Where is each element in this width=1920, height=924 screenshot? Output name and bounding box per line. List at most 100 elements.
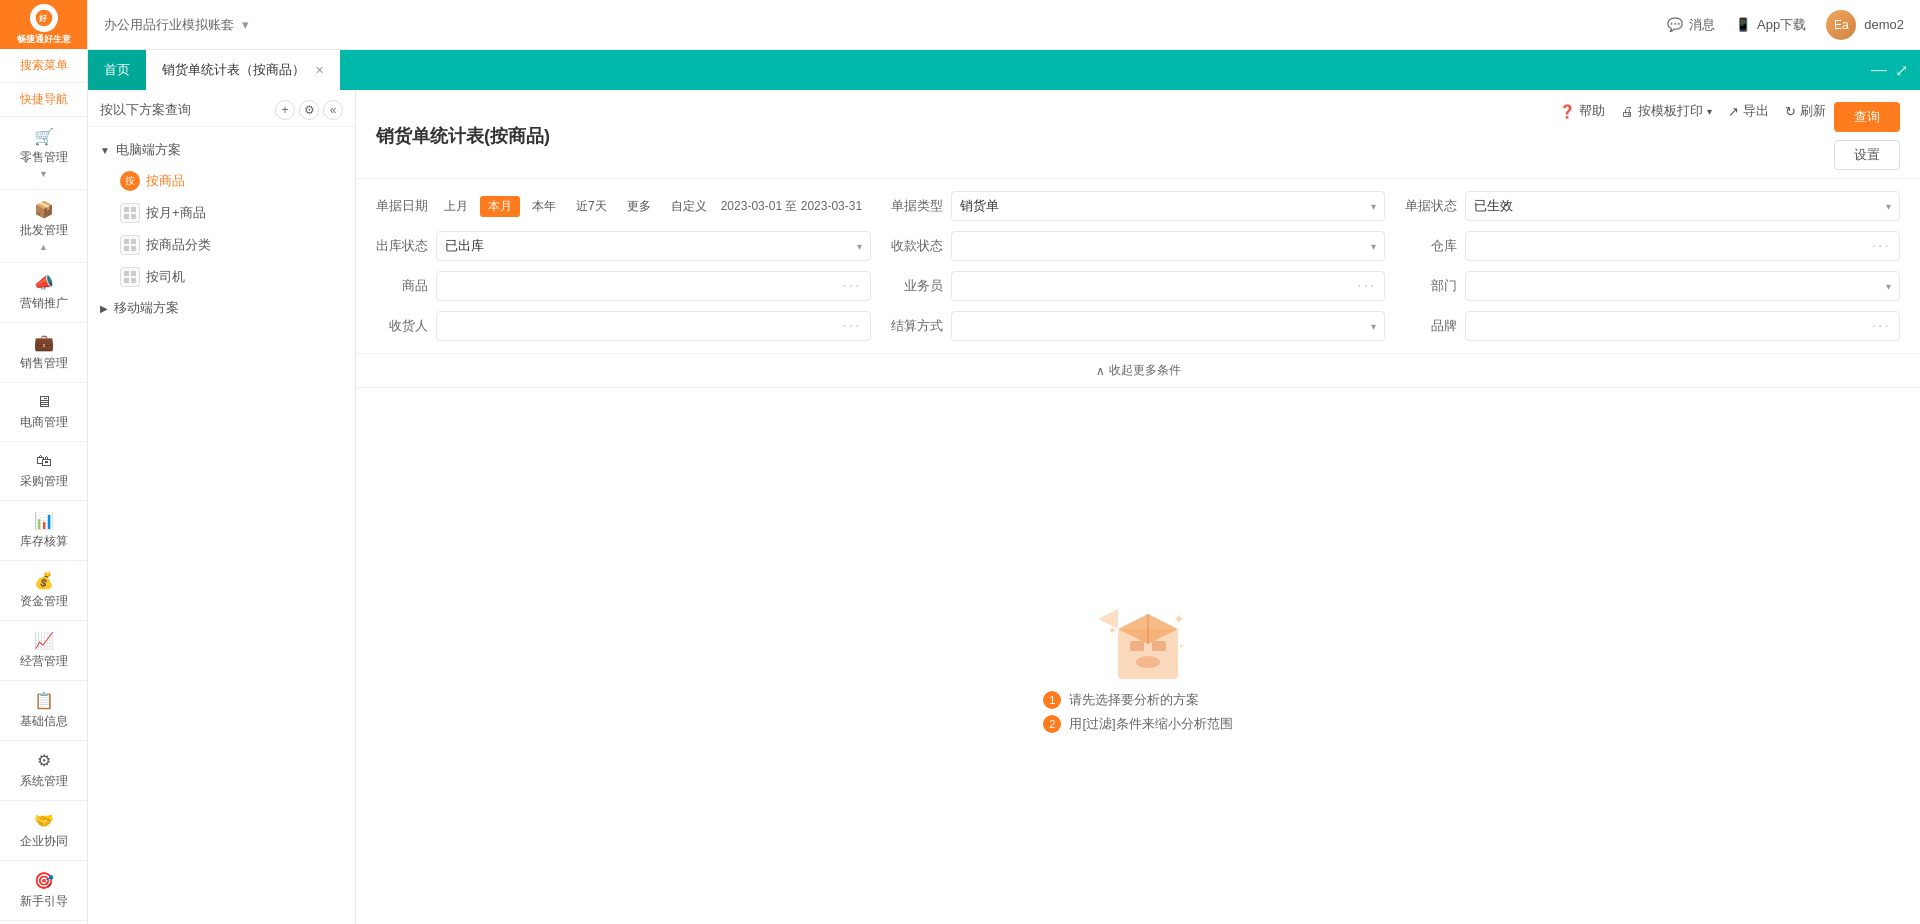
svg-rect-18 — [1130, 641, 1144, 651]
tab-home[interactable]: 首页 — [88, 50, 146, 90]
message-btn[interactable]: 💬 消息 — [1667, 16, 1715, 34]
doc-status-arrow: ▾ — [1886, 201, 1891, 212]
scheme-by-category-icon — [120, 235, 140, 255]
sidebar-item-wholesale[interactable]: 📦 批发管理 ▲ — [0, 190, 87, 263]
svg-rect-3 — [131, 207, 136, 212]
receiver-dots: ··· — [842, 317, 861, 335]
sales-icon: 💼 — [34, 333, 54, 352]
sidebar-item-sales[interactable]: 💼 销售管理 — [0, 323, 87, 383]
sidebar-item-guide[interactable]: 🎯 新手引导 — [0, 861, 87, 921]
sidebar-item-finance[interactable]: 💰 资金管理 — [0, 561, 87, 621]
app-download-btn[interactable]: 📱 App下载 — [1735, 16, 1806, 34]
settings-button[interactable]: 设置 — [1834, 140, 1900, 170]
goods-control[interactable]: ··· — [436, 271, 871, 301]
refresh-action[interactable]: ↻ 刷新 — [1785, 102, 1826, 120]
doc-type-control[interactable]: 销货单 ▾ — [951, 191, 1386, 221]
date-tab-7days[interactable]: 近7天 — [568, 196, 615, 217]
tree-mobile-parent[interactable]: ▶ 移动端方案 — [88, 293, 355, 323]
sidebar-item-retail[interactable]: 🛒 零售管理 ▼ — [0, 117, 87, 190]
goods-dots: ··· — [842, 277, 861, 295]
date-tab-more[interactable]: 更多 — [619, 196, 659, 217]
sidebar-item-operations[interactable]: 📈 经营管理 — [0, 621, 87, 681]
print-action[interactable]: 🖨 按模板打印 ▾ — [1621, 102, 1712, 120]
scheme-by-month-product[interactable]: 按月+商品 — [88, 197, 355, 229]
sidebar-item-corp[interactable]: 🤝 企业协同 — [0, 801, 87, 861]
date-tab-this-month[interactable]: 本月 — [480, 196, 520, 217]
svg-text:好: 好 — [38, 13, 48, 23]
sidebar-item-system[interactable]: ⚙ 系统管理 — [0, 741, 87, 801]
payment-control[interactable]: ▾ — [951, 231, 1386, 261]
scheme-by-cashier[interactable]: 按司机 — [88, 261, 355, 293]
scheme-by-category-label: 按商品分类 — [146, 236, 211, 254]
tree-arrow-mobile: ▶ — [100, 303, 108, 314]
sidebar-item-retail-label: 零售管理 — [20, 149, 68, 166]
help-action[interactable]: ❓ 帮助 — [1559, 102, 1605, 120]
page-title-bar: 销货单统计表(按商品) ❓ 帮助 🖨 按模板打印 ▾ ↗ — [356, 90, 1920, 179]
quick-nav[interactable]: 快捷导航 — [0, 83, 87, 117]
settlement-control[interactable]: ▾ — [951, 311, 1386, 341]
salesperson-control[interactable]: ··· — [951, 271, 1386, 301]
sidebar-item-marketing[interactable]: 📣 营销推广 — [0, 263, 87, 323]
dept-control[interactable]: ▾ — [1465, 271, 1900, 301]
app-name: 畅捷通好生意 — [17, 34, 71, 45]
sidebar: 好 畅捷通好生意 搜索菜单 快捷导航 🛒 零售管理 ▼ 📦 批发管理 ▲ 📣 营… — [0, 0, 88, 924]
doc-status-value: 已生效 — [1474, 197, 1513, 215]
tree-desktop-parent[interactable]: ▼ 电脑端方案 — [88, 135, 355, 165]
filter-field-settlement: 结算方式 ▾ — [891, 311, 1386, 341]
right-panel: 销货单统计表(按商品) ❓ 帮助 🖨 按模板打印 ▾ ↗ — [356, 90, 1920, 924]
date-tab-custom[interactable]: 自定义 — [663, 196, 715, 217]
sidebar-item-basic[interactable]: 📋 基础信息 — [0, 681, 87, 741]
operations-icon: 📈 — [34, 631, 54, 650]
scheme-by-category[interactable]: 按商品分类 — [88, 229, 355, 261]
settings-scheme-btn[interactable]: ⚙ — [299, 100, 319, 120]
outstock-control[interactable]: 已出库 ▾ — [436, 231, 871, 261]
payment-arrow: ▾ — [1371, 241, 1376, 252]
export-action[interactable]: ↗ 导出 — [1728, 102, 1769, 120]
svg-rect-8 — [124, 246, 129, 251]
date-range-value: 2023-03-01 至 2023-03-31 — [721, 198, 862, 215]
scheme-by-product-label: 按商品 — [146, 172, 185, 190]
warehouse-control[interactable]: ··· — [1465, 231, 1900, 261]
filter-field-doc-status: 单据状态 已生效 ▾ — [1405, 191, 1900, 221]
sidebar-item-corp-label: 企业协同 — [20, 833, 68, 850]
salesperson-label: 业务员 — [891, 277, 951, 295]
workspace-dropdown-icon[interactable]: ▾ — [242, 17, 249, 32]
doc-type-label: 单据类型 — [891, 197, 951, 215]
brand-control[interactable]: ··· — [1465, 311, 1900, 341]
query-button[interactable]: 查询 — [1834, 102, 1900, 132]
collapse-panel-btn[interactable]: « — [323, 100, 343, 120]
add-scheme-btn[interactable]: + — [275, 100, 295, 120]
tab-minimize-icon[interactable]: — — [1871, 61, 1887, 79]
salesperson-dots: ··· — [1357, 277, 1376, 295]
sidebar-item-ecommerce[interactable]: 🖥 电商管理 — [0, 383, 87, 442]
outstock-value: 已出库 — [445, 237, 484, 255]
scheme-by-product[interactable]: 按 按商品 — [88, 165, 355, 197]
svg-rect-10 — [124, 271, 129, 276]
sidebar-item-purchase[interactable]: 🛍 采购管理 — [0, 442, 87, 501]
user-menu[interactable]: Ea demo2 — [1826, 10, 1904, 40]
warehouse-label: 仓库 — [1405, 237, 1465, 255]
inventory-icon: 📊 — [34, 511, 54, 530]
outstock-label: 出库状态 — [376, 237, 436, 255]
sidebar-item-inventory[interactable]: 📊 库存核算 — [0, 501, 87, 561]
sidebar-item-ecommerce-label: 电商管理 — [20, 414, 68, 431]
date-tab-this-year[interactable]: 本年 — [524, 196, 564, 217]
doc-status-control[interactable]: 已生效 ▾ — [1465, 191, 1900, 221]
print-label: 按模板打印 — [1638, 102, 1703, 120]
search-menu[interactable]: 搜索菜单 — [0, 49, 87, 83]
receiver-control[interactable]: ··· — [436, 311, 871, 341]
tree-mobile-label: 移动端方案 — [114, 299, 179, 317]
collapse-conditions-bar[interactable]: ∧ 收起更多条件 — [356, 354, 1920, 388]
sidebar-item-basic-label: 基础信息 — [20, 713, 68, 730]
header-right: 💬 消息 📱 App下载 Ea demo2 — [1667, 10, 1904, 40]
help-icon: ❓ — [1559, 104, 1575, 119]
tab-close-icon[interactable]: ✕ — [315, 64, 324, 77]
empty-state: ✦ ✦ ✦ 1 请先选择要分析的方案 2 用[过滤]条件来缩小分析范围 — [356, 388, 1920, 924]
warehouse-dots: ··· — [1872, 237, 1891, 255]
scheme-by-month-label: 按月+商品 — [146, 204, 206, 222]
page-title: 销货单统计表(按商品) — [376, 124, 550, 148]
tab-sales-stats[interactable]: 销货单统计表（按商品） ✕ — [146, 50, 340, 90]
tab-maximize-icon[interactable]: ⤢ — [1895, 61, 1908, 80]
filter-row-3: 商品 ··· 业务员 ··· — [376, 271, 1900, 301]
date-tab-prev-month[interactable]: 上月 — [436, 196, 476, 217]
